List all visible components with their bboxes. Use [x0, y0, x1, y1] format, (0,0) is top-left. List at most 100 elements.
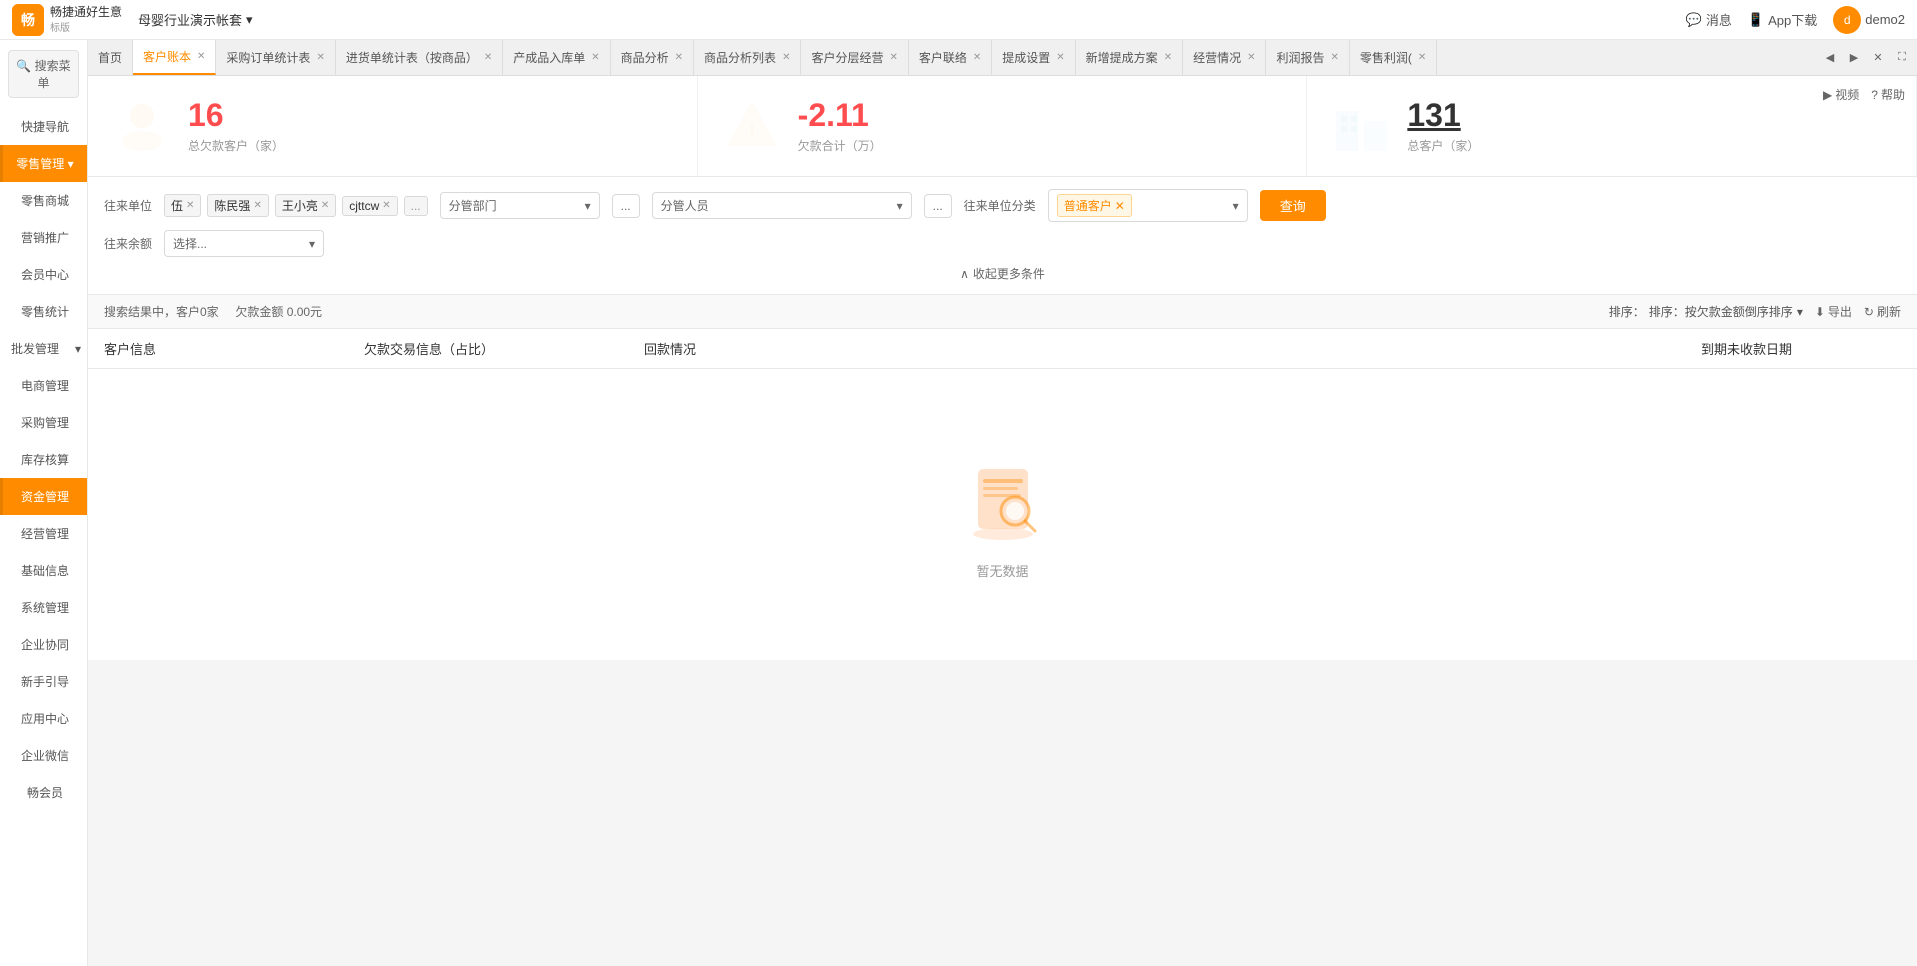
debt-value: -2.11 [798, 99, 882, 131]
tag-close-cjttcw[interactable]: ✕ [382, 200, 390, 211]
balance-select[interactable]: 选择... ▾ [164, 230, 324, 257]
filter-tag-wu: 伍 ✕ [164, 194, 201, 217]
query-button[interactable]: 查询 [1260, 190, 1326, 221]
tab-close-icon[interactable]: ✕ [484, 52, 492, 63]
sidebar-item-label: 企业微信 [21, 749, 69, 763]
sidebar-item-collaboration[interactable]: 企业协同 [0, 626, 87, 663]
dept-dots-btn[interactable]: ... [612, 194, 640, 218]
main-layout: 🔍 搜索菜单 快捷导航 零售管理 ▾ 零售商城 营销推广 会员中心 零售统计 批… [0, 40, 1917, 966]
export-btn[interactable]: ⬇ 导出 [1815, 303, 1852, 320]
tab-new-commission[interactable]: 新增提成方案 ✕ [1076, 40, 1183, 75]
th-customer-info: 客户信息 [104, 339, 364, 358]
app-download-btn[interactable]: 📱 App下载 [1748, 10, 1817, 29]
tab-close-icon[interactable]: ✕ [591, 52, 599, 63]
tab-commission-settings[interactable]: 提成设置 ✕ [992, 40, 1075, 75]
logo-text: 畅捷通好生意 [50, 5, 122, 19]
dept-arrow: ▾ [585, 199, 591, 213]
stat-customers: 16 总欠款客户（家） [88, 76, 698, 176]
stat-debt: ! -2.11 欠款合计（万） [698, 76, 1308, 176]
sidebar-item-ecommerce[interactable]: 电商管理 [0, 367, 87, 404]
sidebar-item-member[interactable]: 畅会员 [0, 774, 87, 811]
tab-customer-ledger[interactable]: 客户账本 ✕ [133, 40, 216, 75]
total-customers-label: 总欠款客户（家） [188, 137, 284, 154]
sidebar-item-basic-info[interactable]: 基础信息 [0, 552, 87, 589]
collapse-btn[interactable]: ∧ 收起更多条件 [104, 265, 1901, 282]
sidebar-item-retail-management[interactable]: 零售管理 ▾ [0, 145, 87, 182]
tab-close-icon[interactable]: ✕ [1331, 52, 1339, 63]
tab-close-icon[interactable]: ✕ [889, 52, 897, 63]
tab-profit-report[interactable]: 利润报告 ✕ [1266, 40, 1349, 75]
sidebar-item-wholesale[interactable]: 批发管理 ▾ [0, 330, 87, 367]
total-customers2-value: 131 [1407, 99, 1479, 131]
sidebar-item-operations[interactable]: 经营管理 [0, 515, 87, 552]
sidebar-item-wechat[interactable]: 企业微信 [0, 737, 87, 774]
tag-close-chen[interactable]: ✕ [253, 200, 261, 211]
tab-product-analysis[interactable]: 商品分析 ✕ [611, 40, 694, 75]
sidebar-item-member-center[interactable]: 会员中心 [0, 256, 87, 293]
sidebar-item-retail-stats[interactable]: 零售统计 [0, 293, 87, 330]
sidebar-item-marketing[interactable]: 营销推广 [0, 219, 87, 256]
tab-close-icon[interactable]: ✕ [1056, 52, 1064, 63]
filter-row-1: 往来单位 伍 ✕ 陈民强 ✕ 王小亮 ✕ [104, 189, 1901, 222]
dept-select[interactable]: 分管部门 ▾ [440, 192, 600, 219]
refresh-btn[interactable]: ↻ 刷新 [1864, 303, 1901, 320]
tab-customer-contact[interactable]: 客户联络 ✕ [909, 40, 992, 75]
tab-retail-profit[interactable]: 零售利润( ✕ [1350, 40, 1437, 75]
filter-more-btn[interactable]: ... [404, 196, 428, 216]
refresh-label: 刷新 [1877, 303, 1901, 320]
tab-production[interactable]: 产成品入库单 ✕ [503, 40, 610, 75]
tab-close-icon[interactable]: ✕ [973, 52, 981, 63]
tab-fullscreen-btn[interactable]: ⛶ [1891, 47, 1913, 69]
tab-close-icon[interactable]: ✕ [1247, 52, 1255, 63]
sidebar-item-inventory[interactable]: 库存核算 [0, 441, 87, 478]
tab-customer-tier[interactable]: 客户分层经营 ✕ [801, 40, 908, 75]
sidebar-item-finance[interactable]: 资金管理 [0, 478, 87, 515]
tab-close-icon[interactable]: ✕ [675, 52, 683, 63]
category-tag-close[interactable]: ✕ [1115, 199, 1125, 213]
message-btn[interactable]: 💬 消息 [1686, 10, 1732, 29]
person-label: 分管人员 [661, 197, 709, 214]
tab-product-analysis-list[interactable]: 商品分析列表 ✕ [694, 40, 801, 75]
tab-purchase-order-stats[interactable]: 采购订单统计表 ✕ [216, 40, 335, 75]
tab-close-icon[interactable]: ✕ [197, 51, 205, 62]
balance-placeholder: 选择... [173, 235, 207, 252]
sidebar-item-app-center[interactable]: 应用中心 [0, 700, 87, 737]
sidebar-item-label: 系统管理 [21, 601, 69, 615]
tab-close-icon[interactable]: ✕ [316, 52, 324, 63]
message-icon: 💬 [1686, 12, 1702, 28]
search-menu-button[interactable]: 🔍 搜索菜单 [8, 50, 79, 98]
category-select[interactable]: 普通客户 ✕ ▾ [1048, 189, 1248, 222]
quick-nav-label: 快捷导航 [21, 120, 69, 134]
video-btn[interactable]: ▶ 视频 [1823, 86, 1859, 103]
tab-inbound-stats[interactable]: 进货单统计表（按商品） ✕ [336, 40, 503, 75]
sidebar-item-system[interactable]: 系统管理 [0, 589, 87, 626]
tab-close-icon[interactable]: ✕ [1164, 52, 1172, 63]
result-summary: 搜索结果中，客户0家 欠款金额 0.00元 [104, 303, 322, 320]
tag-close-wang[interactable]: ✕ [321, 200, 329, 211]
tab-business-situation[interactable]: 经营情况 ✕ [1183, 40, 1266, 75]
user-area[interactable]: d demo2 [1833, 6, 1905, 34]
tab-close-icon[interactable]: ✕ [1418, 52, 1426, 63]
tab-close-all-btn[interactable]: ✕ [1867, 47, 1889, 69]
logo-icon: 畅 [12, 4, 44, 36]
tab-home[interactable]: 首页 [88, 40, 133, 75]
tab-next-btn[interactable]: ▶ [1843, 47, 1865, 69]
balance-arrow: ▾ [309, 237, 315, 251]
sidebar-item-retail-mall[interactable]: 零售商城 [0, 182, 87, 219]
sidebar-item-new-guide[interactable]: 新手引导 [0, 663, 87, 700]
help-btn[interactable]: ? 帮助 [1871, 86, 1905, 103]
person-dots-btn[interactable]: ... [924, 194, 952, 218]
tab-close-icon[interactable]: ✕ [782, 52, 790, 63]
org-selector[interactable]: 母婴行业演示帐套 ▾ [130, 6, 261, 33]
tag-close-wu[interactable]: ✕ [186, 200, 194, 211]
balance-label: 往来余额 [104, 235, 152, 252]
sidebar-item-quick-nav[interactable]: 快捷导航 [0, 108, 87, 145]
person-select[interactable]: 分管人员 ▾ [652, 192, 912, 219]
sidebar-item-label: 基础信息 [21, 564, 69, 578]
sidebar-item-purchase[interactable]: 采购管理 [0, 404, 87, 441]
dots-icon: ... [621, 199, 631, 213]
sort-select[interactable]: 排序： 排序：按欠款金额倒序排序 ▾ [1609, 303, 1803, 320]
tab-prev-btn[interactable]: ◀ [1819, 47, 1841, 69]
filter-row-2: 往来余额 选择... ▾ [104, 230, 1901, 257]
col-label: 客户信息 [104, 342, 156, 357]
